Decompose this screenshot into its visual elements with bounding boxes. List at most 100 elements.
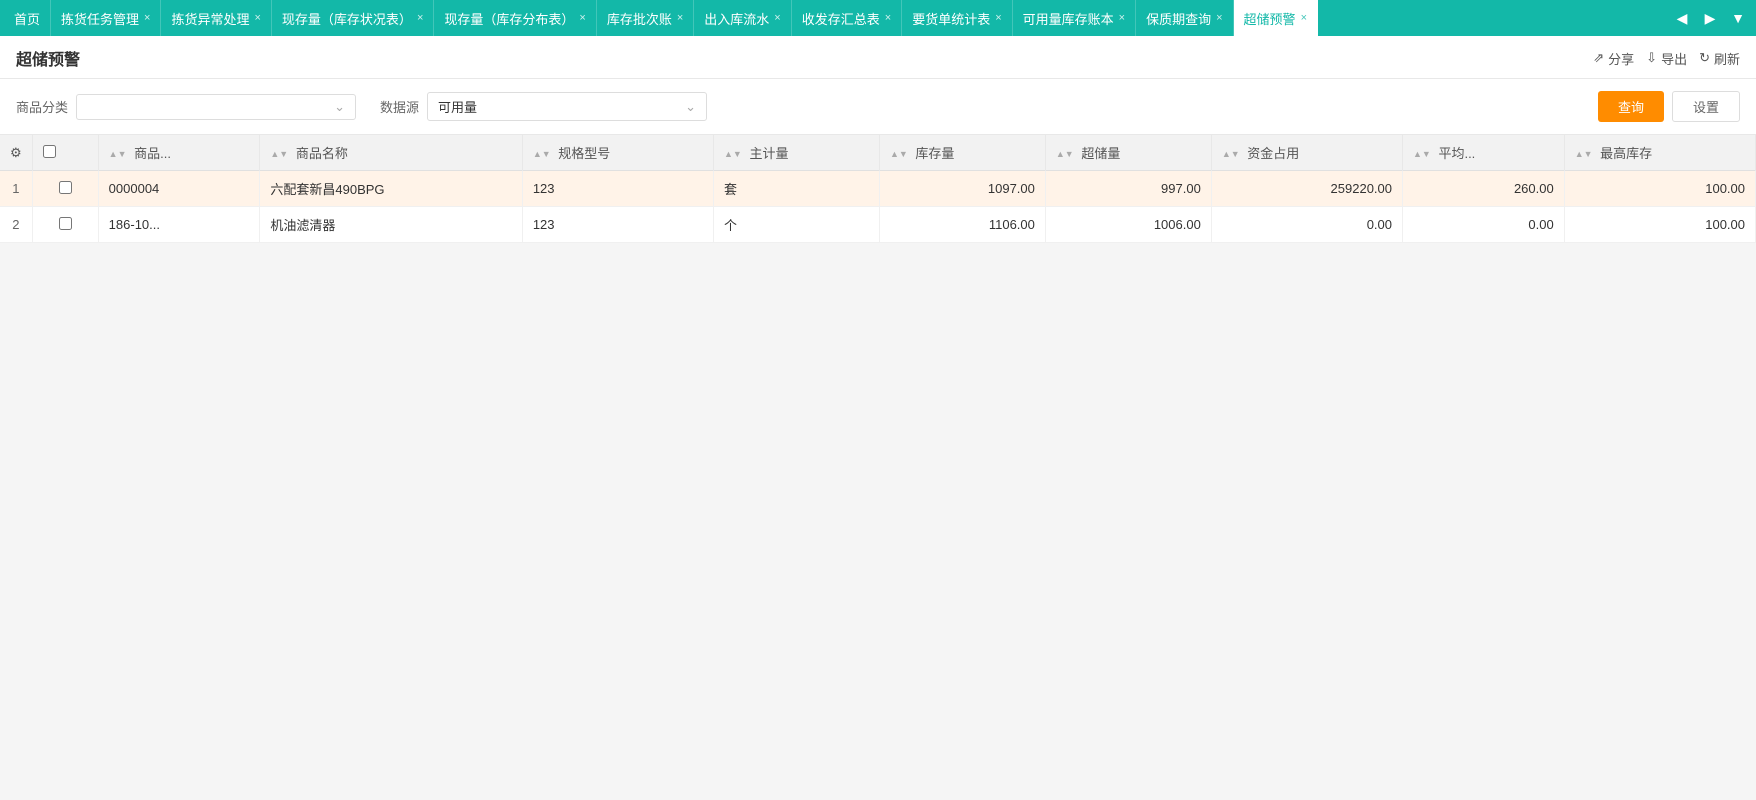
row-spec: 123 bbox=[522, 171, 713, 207]
refresh-button[interactable]: ↻ 刷新 bbox=[1699, 49, 1740, 68]
category-dropdown-icon: ⌄ bbox=[334, 99, 345, 115]
row-name: 六配套新昌490BPG bbox=[260, 171, 522, 207]
nav-item-overstock[interactable]: 超储预警 × bbox=[1234, 0, 1318, 36]
row-unit: 个 bbox=[714, 207, 880, 243]
col-spec[interactable]: ▲▼ 规格型号 bbox=[522, 135, 713, 171]
sort-icon: ▲▼ bbox=[1575, 150, 1593, 159]
setting-button[interactable]: 设置 bbox=[1672, 91, 1740, 122]
table-row: 1 0000004 六配套新昌490BPG 123 套 1097.00 997.… bbox=[0, 171, 1756, 207]
col-gear[interactable]: ⚙ bbox=[0, 135, 32, 171]
table-body: 1 0000004 六配套新昌490BPG 123 套 1097.00 997.… bbox=[0, 171, 1756, 243]
export-button[interactable]: ⇩ 导出 bbox=[1646, 49, 1687, 68]
close-icon[interactable]: × bbox=[417, 12, 423, 24]
close-icon[interactable]: × bbox=[579, 12, 585, 24]
datasource-label: 数据源 bbox=[380, 97, 419, 116]
col-avg[interactable]: ▲▼ 平均... bbox=[1403, 135, 1565, 171]
nav-bar: 首页 拣货任务管理 × 拣货异常处理 × 现存量（库存状况表） × 现存量（库存… bbox=[0, 0, 1756, 36]
close-icon[interactable]: × bbox=[254, 12, 260, 24]
share-icon: ⇗ bbox=[1593, 50, 1604, 66]
sort-icon: ▲▼ bbox=[533, 150, 551, 159]
close-icon[interactable]: × bbox=[1216, 12, 1222, 24]
row-code: 0000004 bbox=[98, 171, 260, 207]
nav-item-stock-dist[interactable]: 现存量（库存分布表） × bbox=[434, 0, 596, 36]
nav-item-task[interactable]: 拣货任务管理 × bbox=[51, 0, 161, 36]
nav-item-flow[interactable]: 出入库流水 × bbox=[694, 0, 791, 36]
gear-icon: ⚙ bbox=[10, 145, 22, 160]
sort-icon: ▲▼ bbox=[890, 150, 908, 159]
sort-icon: ▲▼ bbox=[109, 150, 127, 159]
refresh-icon: ↻ bbox=[1699, 50, 1710, 66]
row-capital: 0.00 bbox=[1211, 207, 1402, 243]
col-max[interactable]: ▲▼ 最高库存 bbox=[1564, 135, 1755, 171]
close-icon[interactable]: × bbox=[885, 12, 891, 24]
nav-item-exception[interactable]: 拣货异常处理 × bbox=[161, 0, 271, 36]
close-icon[interactable]: × bbox=[995, 12, 1001, 24]
row-stock: 1106.00 bbox=[879, 207, 1045, 243]
page-header: 超储预警 ⇗ 分享 ⇩ 导出 ↻ 刷新 bbox=[0, 36, 1756, 79]
sort-icon: ▲▼ bbox=[1056, 150, 1074, 159]
filter-category: 商品分类 ⌄ bbox=[16, 94, 356, 120]
nav-item-usable[interactable]: 可用量库存账本 × bbox=[1013, 0, 1136, 36]
nav-item-summary[interactable]: 收发存汇总表 × bbox=[792, 0, 902, 36]
close-icon[interactable]: × bbox=[1301, 12, 1307, 24]
row-over: 1006.00 bbox=[1045, 207, 1211, 243]
datasource-select[interactable]: 可用量 ⌄ bbox=[427, 92, 707, 121]
row-capital: 259220.00 bbox=[1211, 171, 1402, 207]
filter-actions: 查询 设置 bbox=[1598, 91, 1740, 122]
filter-datasource: 数据源 可用量 ⌄ bbox=[380, 92, 707, 121]
nav-item-home[interactable]: 首页 bbox=[4, 0, 51, 36]
row-checkbox-cell[interactable] bbox=[32, 171, 98, 207]
close-icon[interactable]: × bbox=[677, 12, 683, 24]
nav-prev-button[interactable]: ◀ bbox=[1668, 4, 1696, 32]
table-row: 2 186-10... 机油滤清器 123 个 1106.00 1006.00 … bbox=[0, 207, 1756, 243]
filter-area: 商品分类 ⌄ 数据源 可用量 ⌄ 查询 设置 bbox=[0, 79, 1756, 135]
row-name: 机油滤清器 bbox=[260, 207, 522, 243]
nav-menu-button[interactable]: ▼ bbox=[1724, 4, 1752, 32]
close-icon[interactable]: × bbox=[144, 12, 150, 24]
col-unit[interactable]: ▲▼ 主计量 bbox=[714, 135, 880, 171]
nav-item-order-stat[interactable]: 要货单统计表 × bbox=[902, 0, 1012, 36]
close-icon[interactable]: × bbox=[1119, 12, 1125, 24]
select-all-checkbox[interactable] bbox=[43, 145, 56, 158]
sort-icon: ▲▼ bbox=[724, 150, 742, 159]
col-name[interactable]: ▲▼ 商品名称 bbox=[260, 135, 522, 171]
page-title: 超储预警 bbox=[16, 46, 80, 70]
nav-arrows: ◀ ▶ ▼ bbox=[1668, 4, 1752, 32]
row-stock: 1097.00 bbox=[879, 171, 1045, 207]
row-checkbox-cell[interactable] bbox=[32, 207, 98, 243]
row-unit: 套 bbox=[714, 171, 880, 207]
row-over: 997.00 bbox=[1045, 171, 1211, 207]
col-stock[interactable]: ▲▼ 库存量 bbox=[879, 135, 1045, 171]
row-max: 100.00 bbox=[1564, 207, 1755, 243]
sort-icon: ▲▼ bbox=[1413, 150, 1431, 159]
nav-next-button[interactable]: ▶ bbox=[1696, 4, 1724, 32]
row-code: 186-10... bbox=[98, 207, 260, 243]
col-code[interactable]: ▲▼ 商品... bbox=[98, 135, 260, 171]
share-button[interactable]: ⇗ 分享 bbox=[1593, 49, 1634, 68]
query-button[interactable]: 查询 bbox=[1598, 91, 1664, 122]
row-avg: 260.00 bbox=[1403, 171, 1565, 207]
row-checkbox[interactable] bbox=[59, 217, 72, 230]
nav-item-batch[interactable]: 库存批次账 × bbox=[597, 0, 694, 36]
col-capital[interactable]: ▲▼ 资金占用 bbox=[1211, 135, 1402, 171]
col-over[interactable]: ▲▼ 超储量 bbox=[1045, 135, 1211, 171]
row-avg: 0.00 bbox=[1403, 207, 1565, 243]
row-max: 100.00 bbox=[1564, 171, 1755, 207]
category-label: 商品分类 bbox=[16, 97, 68, 116]
col-select-all[interactable] bbox=[32, 135, 98, 171]
row-seq: 2 bbox=[0, 207, 32, 243]
datasource-dropdown-icon: ⌄ bbox=[685, 99, 696, 115]
nav-item-stock-status[interactable]: 现存量（库存状况表） × bbox=[272, 0, 434, 36]
table-area: ⚙ ▲▼ 商品... ▲▼ 商品名称 ▲▼ 规格型号 ▲▼ bbox=[0, 135, 1756, 243]
data-table: ⚙ ▲▼ 商品... ▲▼ 商品名称 ▲▼ 规格型号 ▲▼ bbox=[0, 135, 1756, 243]
nav-item-quality[interactable]: 保质期查询 × bbox=[1136, 0, 1233, 36]
row-seq: 1 bbox=[0, 171, 32, 207]
category-select[interactable]: ⌄ bbox=[76, 94, 356, 120]
sort-icon: ▲▼ bbox=[270, 150, 288, 159]
export-icon: ⇩ bbox=[1646, 50, 1657, 66]
close-icon[interactable]: × bbox=[774, 12, 780, 24]
header-actions: ⇗ 分享 ⇩ 导出 ↻ 刷新 bbox=[1593, 49, 1740, 68]
row-spec: 123 bbox=[522, 207, 713, 243]
row-checkbox[interactable] bbox=[59, 181, 72, 194]
datasource-value: 可用量 bbox=[438, 97, 477, 116]
